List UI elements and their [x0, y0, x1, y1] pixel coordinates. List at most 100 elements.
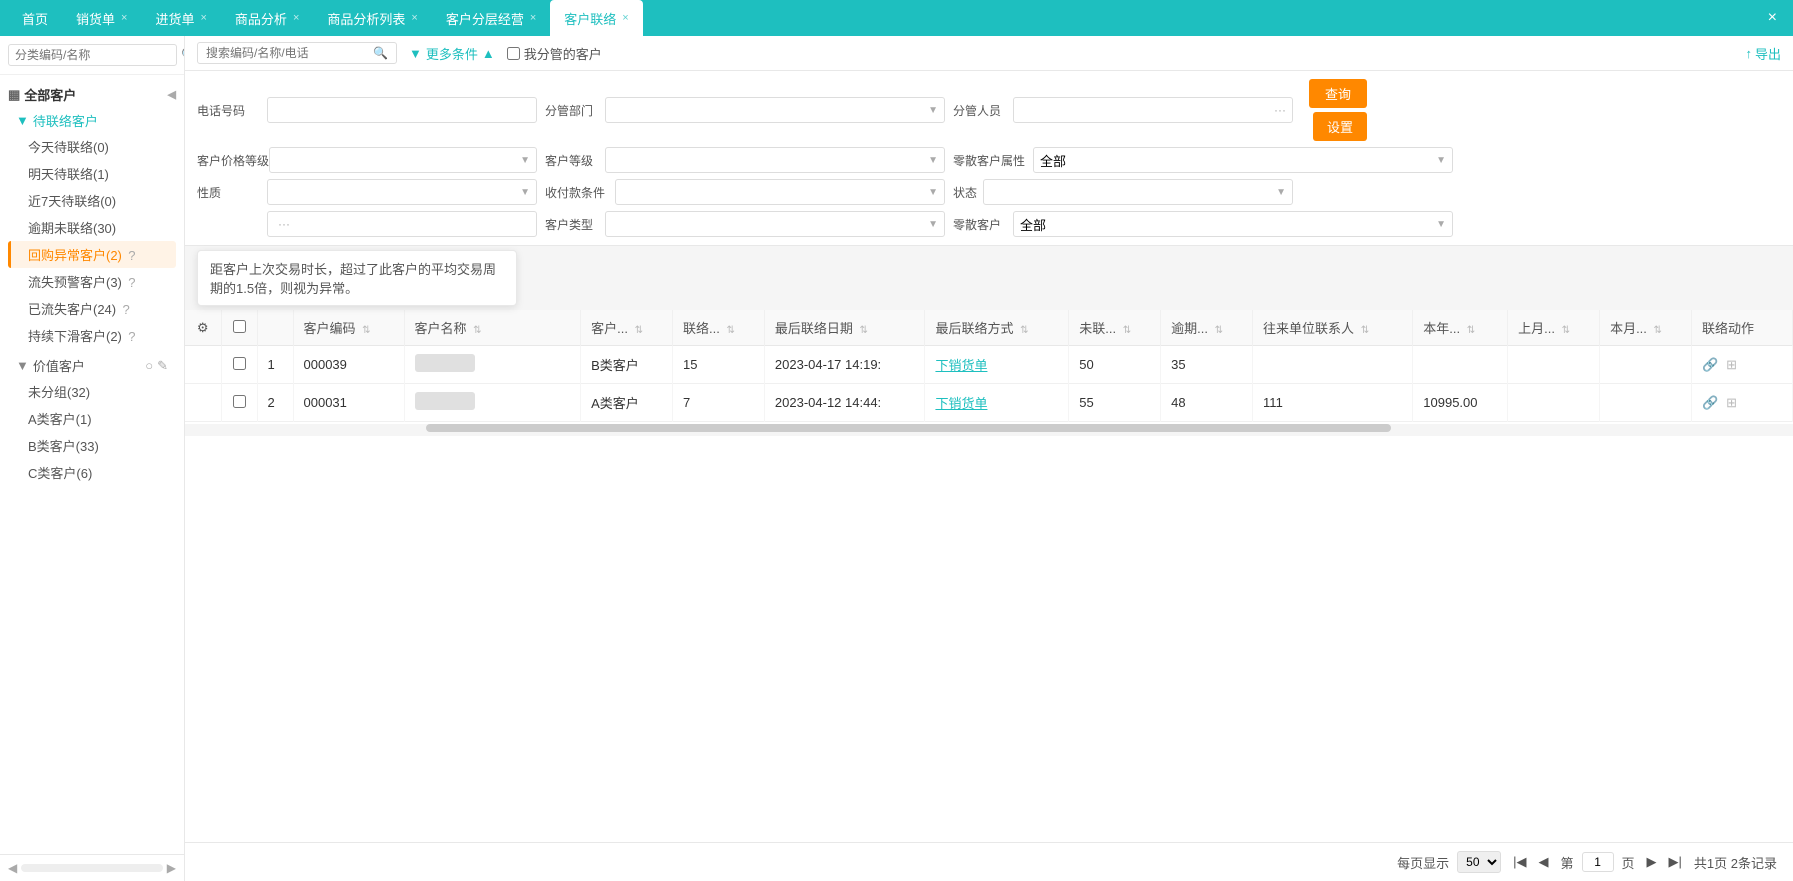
- advanced-filter-panel: 电话号码 分管部门 ▼ 分管人员 ··· 查询 设置: [185, 71, 1793, 246]
- phone-input[interactable]: [267, 97, 537, 123]
- nav-item-customer-contact[interactable]: 客户联络 ×: [550, 0, 642, 36]
- first-page-btn[interactable]: |◀: [1509, 853, 1530, 871]
- dept-select[interactable]: ▼: [605, 97, 945, 123]
- nature-label: 性质: [197, 184, 267, 201]
- nav-item-analysis[interactable]: 商品分析 ×: [221, 0, 313, 36]
- col-this-year[interactable]: 本年... ⇅: [1413, 310, 1508, 346]
- col-this-year-label: 本年...: [1423, 321, 1460, 336]
- sidebar-search-input[interactable]: [8, 44, 177, 66]
- tomorrow-label: 明天待联络(1): [28, 167, 109, 182]
- filter-payment: 收付款条件 ▼: [545, 179, 945, 205]
- col-last-contact-date[interactable]: 最后联络日期 ⇅: [764, 310, 925, 346]
- row2-checkbox-input[interactable]: [233, 395, 246, 408]
- nav-item-purchase[interactable]: 进货单 ×: [141, 0, 220, 36]
- sidebar-item-c-class[interactable]: C类客户(6): [8, 459, 176, 486]
- circle-icon[interactable]: ○: [145, 358, 153, 374]
- row1-checkbox-input[interactable]: [233, 357, 246, 370]
- row2-last-contact-method[interactable]: 下销货单: [925, 384, 1069, 422]
- payment-select[interactable]: ▼: [615, 179, 945, 205]
- row1-last-contact-method[interactable]: 下销货单: [925, 346, 1069, 384]
- nav-item-analysis-list[interactable]: 商品分析列表 ×: [313, 0, 431, 36]
- row2-grid-icon[interactable]: ⊞: [1726, 395, 1737, 411]
- nav-item-customer-mgmt[interactable]: 客户分层经营 ×: [432, 0, 550, 36]
- arrow-down-icon: ▼: [16, 113, 29, 128]
- row2-action-icons: 🔗 ⊞: [1702, 395, 1782, 411]
- col-contact[interactable]: 联络... ⇅: [673, 310, 765, 346]
- sidebar-left-arrow[interactable]: ◀: [8, 861, 17, 875]
- row2-method-link[interactable]: 下销货单: [935, 396, 987, 411]
- collapse-icon[interactable]: ◀: [168, 88, 176, 101]
- prev-page-btn[interactable]: ◀: [1535, 853, 1553, 871]
- page-input[interactable]: [1582, 852, 1614, 872]
- row1-grid-icon[interactable]: ⊞: [1726, 357, 1737, 373]
- dots2-icon: ···: [278, 217, 290, 231]
- scrollbar-thumb[interactable]: [426, 424, 1391, 432]
- my-customers-checkbox[interactable]: [507, 47, 520, 60]
- row2-link-icon[interactable]: 🔗: [1702, 395, 1718, 411]
- nav-close-purchase[interactable]: ×: [200, 12, 206, 24]
- customer-level-select[interactable]: ▼: [605, 147, 945, 173]
- query-button[interactable]: 查询: [1309, 79, 1367, 108]
- sidebar-item-lost[interactable]: 已流失客户(24) ?: [8, 295, 176, 322]
- price-level-select[interactable]: ▼: [269, 147, 537, 173]
- sidebar-item-overdue[interactable]: 逾期未联络(30): [8, 214, 176, 241]
- col-name[interactable]: 客户名称 ⇅: [404, 310, 581, 346]
- retail-attr-select[interactable]: 全部 ▼: [1033, 147, 1453, 173]
- row1-link-icon[interactable]: 🔗: [1702, 357, 1718, 373]
- status-label: 状态: [953, 184, 983, 201]
- settings-button[interactable]: 设置: [1313, 112, 1367, 141]
- sidebar-item-today[interactable]: 今天待联络(0): [8, 133, 176, 160]
- dept-arrow-icon: ▼: [928, 105, 938, 116]
- more-conditions-btn[interactable]: ▼ 更多条件 ▲: [409, 44, 495, 63]
- sidebar-bottom: ◀ ▶: [0, 854, 184, 881]
- status-select[interactable]: ▼: [983, 179, 1293, 205]
- retail-customer-select[interactable]: 全部 ▼: [1013, 211, 1453, 237]
- nav-close-customer-mgmt[interactable]: ×: [530, 12, 536, 24]
- nav-item-home[interactable]: 首页: [8, 0, 62, 36]
- sidebar-item-a-class[interactable]: A类客户(1): [8, 405, 176, 432]
- per-page-select[interactable]: 50: [1457, 851, 1501, 873]
- nav-close-analysis[interactable]: ×: [293, 12, 299, 24]
- sidebar-item-b-class[interactable]: B类客户(33): [8, 432, 176, 459]
- col-company-contact[interactable]: 往来单位联系人 ⇅: [1253, 310, 1413, 346]
- manager-label: 分管人员: [953, 102, 1013, 119]
- sidebar-item-7days[interactable]: 近7天待联络(0): [8, 187, 176, 214]
- sidebar-right-arrow[interactable]: ▶: [167, 861, 176, 875]
- nav-close-customer-contact[interactable]: ×: [622, 12, 628, 24]
- horizontal-scrollbar[interactable]: [185, 424, 1793, 436]
- col-overdue[interactable]: 逾期... ⇅: [1161, 310, 1253, 346]
- col-not-contacted[interactable]: 未联... ⇅: [1069, 310, 1161, 346]
- col-code[interactable]: 客户编码 ⇅: [293, 310, 404, 346]
- dots-input[interactable]: ···: [267, 211, 537, 237]
- nav-close-analysis-list[interactable]: ×: [411, 12, 417, 24]
- col-this-month[interactable]: 本月... ⇅: [1600, 310, 1692, 346]
- search-input[interactable]: [206, 46, 373, 60]
- sidebar-item-lost-preview[interactable]: 流失预警客户(3) ?: [8, 268, 176, 295]
- nav-close-sales[interactable]: ×: [121, 12, 127, 24]
- pending-contact-group[interactable]: ▼ 待联络客户: [8, 108, 176, 133]
- all-customers-header[interactable]: ▦ 全部客户 ◀: [8, 81, 176, 108]
- search-icon[interactable]: 🔍: [373, 46, 388, 60]
- sidebar-item-persistent-down[interactable]: 持续下滑客户(2) ?: [8, 322, 176, 349]
- nature-select[interactable]: ▼: [267, 179, 537, 205]
- value-customer-header[interactable]: ▼ 价值客户 ○ ✎: [8, 353, 176, 378]
- retail-attr-label: 零散客户属性: [953, 152, 1033, 169]
- customer-type-select[interactable]: ▼: [605, 211, 945, 237]
- col-category[interactable]: 客户... ⇅: [581, 310, 673, 346]
- sidebar-item-repurchase-abnormal[interactable]: 回购异常客户(2) ?: [8, 241, 176, 268]
- next-page-btn[interactable]: ▶: [1643, 853, 1661, 871]
- col-settings[interactable]: ⚙: [185, 310, 221, 346]
- row1-method-link[interactable]: 下销货单: [935, 358, 987, 373]
- nav-item-sales[interactable]: 销货单 ×: [62, 0, 141, 36]
- col-last-month[interactable]: 上月... ⇅: [1508, 310, 1600, 346]
- export-button[interactable]: ↑ 导出: [1745, 44, 1781, 63]
- select-all-checkbox[interactable]: [233, 320, 246, 333]
- manager-input[interactable]: ···: [1013, 97, 1293, 123]
- col-last-contact-method[interactable]: 最后联络方式 ⇅: [925, 310, 1069, 346]
- sidebar-item-tomorrow[interactable]: 明天待联络(1): [8, 160, 176, 187]
- last-page-btn[interactable]: ▶|: [1665, 853, 1686, 871]
- edit-icon[interactable]: ✎: [157, 358, 168, 374]
- b-class-label: B类客户(33): [28, 439, 99, 454]
- sidebar-item-ungrouped[interactable]: 未分组(32): [8, 378, 176, 405]
- window-close-button[interactable]: ×: [1760, 9, 1785, 27]
